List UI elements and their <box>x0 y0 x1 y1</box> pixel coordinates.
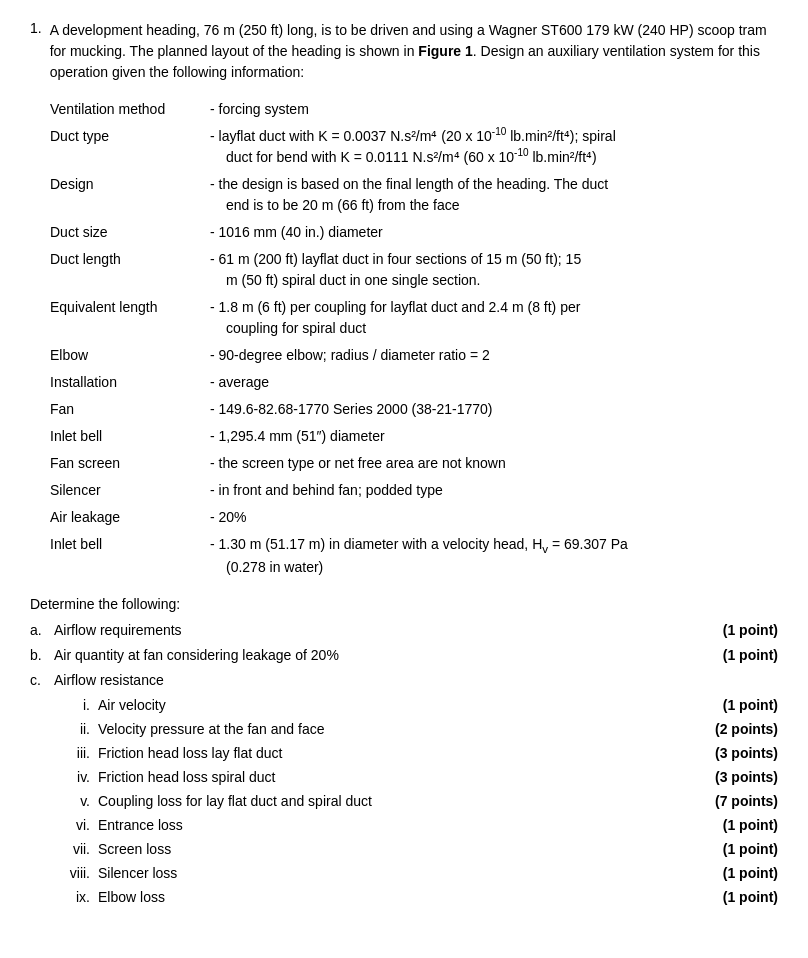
sub-text-v: Coupling loss for lay flat duct and spir… <box>98 791 372 812</box>
task-list: a. Airflow requirements (1 point) b. Air… <box>30 620 778 908</box>
sub-num-vi: vi. <box>60 815 90 836</box>
value-duct-size: - 1016 mm (40 in.) diameter <box>210 222 778 243</box>
info-row-duct-size: Duct size - 1016 mm (40 in.) diameter <box>50 222 778 243</box>
sub-points-iii: (3 points) <box>695 743 778 764</box>
info-row-elbow: Elbow - 90-degree elbow; radius / diamet… <box>50 345 778 366</box>
sub-task-list: i. Air velocity (1 point) ii. Velocity p… <box>60 695 778 908</box>
label-inlet-bell-1: Inlet bell <box>50 426 210 447</box>
determine-title: Determine the following: <box>30 596 778 612</box>
value-air-leakage: - 20% <box>210 507 778 528</box>
sub-item-viii: viii. Silencer loss (1 point) <box>60 863 778 884</box>
problem-container: 1. A development heading, 76 m (250 ft) … <box>30 20 778 908</box>
sub-points-vii: (1 point) <box>703 839 778 860</box>
sub-num-viii: viii. <box>60 863 90 884</box>
sub-item-ii: ii. Velocity pressure at the fan and fac… <box>60 719 778 740</box>
task-letter-b: b. <box>30 645 48 666</box>
sub-num-v: v. <box>60 791 90 812</box>
info-row-installation: Installation - average <box>50 372 778 393</box>
label-equiv-length: Equivalent length <box>50 297 210 339</box>
sub-item-vii: vii. Screen loss (1 point) <box>60 839 778 860</box>
task-item-b: b. Air quantity at fan considering leaka… <box>30 645 778 666</box>
task-text-a: Airflow requirements <box>54 620 182 641</box>
info-row-fan-screen: Fan screen - the screen type or net free… <box>50 453 778 474</box>
sub-item-ix: ix. Elbow loss (1 point) <box>60 887 778 908</box>
task-points-a: (1 point) <box>703 620 778 641</box>
label-duct-length: Duct length <box>50 249 210 291</box>
sub-points-vi: (1 point) <box>703 815 778 836</box>
info-row-duct-length: Duct length - 61 m (200 ft) layflat duct… <box>50 249 778 291</box>
info-row-silencer: Silencer - in front and behind fan; podd… <box>50 480 778 501</box>
sub-points-v: (7 points) <box>695 791 778 812</box>
value-fan: - 149.6-82.68-1770 Series 2000 (38-21-17… <box>210 399 778 420</box>
value-fan-screen: - the screen type or net free area are n… <box>210 453 778 474</box>
label-duct-size: Duct size <box>50 222 210 243</box>
value-equiv-length: - 1.8 m (6 ft) per coupling for layflat … <box>210 297 778 339</box>
problem-text: A development heading, 76 m (250 ft) lon… <box>50 20 778 83</box>
label-installation: Installation <box>50 372 210 393</box>
sub-num-i: i. <box>60 695 90 716</box>
sub-num-vii: vii. <box>60 839 90 860</box>
info-row-duct-type: Duct type - layflat duct with K = 0.0037… <box>50 126 778 168</box>
sub-item-i: i. Air velocity (1 point) <box>60 695 778 716</box>
sub-points-ii: (2 points) <box>695 719 778 740</box>
sub-points-iv: (3 points) <box>695 767 778 788</box>
sub-num-iv: iv. <box>60 767 90 788</box>
task-letter-a: a. <box>30 620 48 641</box>
label-elbow: Elbow <box>50 345 210 366</box>
sub-points-viii: (1 point) <box>703 863 778 884</box>
value-ventilation: - forcing system <box>210 99 778 120</box>
value-inlet-bell-2: - 1.30 m (51.17 m) in diameter with a ve… <box>210 534 778 578</box>
info-row-inlet-bell-1: Inlet bell - 1,295.4 mm (51″) diameter <box>50 426 778 447</box>
info-table: Ventilation method - forcing system Duct… <box>50 99 778 578</box>
sub-item-iii: iii. Friction head loss lay flat duct (3… <box>60 743 778 764</box>
determine-section: Determine the following: a. Airflow requ… <box>30 596 778 908</box>
task-text-c: Airflow resistance <box>54 670 164 691</box>
label-silencer: Silencer <box>50 480 210 501</box>
value-inlet-bell-1: - 1,295.4 mm (51″) diameter <box>210 426 778 447</box>
sub-points-i: (1 point) <box>703 695 778 716</box>
problem-number: 1. <box>30 20 42 83</box>
label-design: Design <box>50 174 210 216</box>
sub-text-i: Air velocity <box>98 695 166 716</box>
task-item-c: c. Airflow resistance <box>30 670 778 691</box>
sub-item-iv: iv. Friction head loss spiral duct (3 po… <box>60 767 778 788</box>
label-inlet-bell-2: Inlet bell <box>50 534 210 578</box>
info-row-air-leakage: Air leakage - 20% <box>50 507 778 528</box>
info-row-inlet-bell-2: Inlet bell - 1.30 m (51.17 m) in diamete… <box>50 534 778 578</box>
label-fan-screen: Fan screen <box>50 453 210 474</box>
task-points-b: (1 point) <box>703 645 778 666</box>
sub-text-iii: Friction head loss lay flat duct <box>98 743 282 764</box>
sub-text-iv: Friction head loss spiral duct <box>98 767 275 788</box>
problem-statement: 1. A development heading, 76 m (250 ft) … <box>30 20 778 83</box>
label-duct-type: Duct type <box>50 126 210 168</box>
sub-item-v: v. Coupling loss for lay flat duct and s… <box>60 791 778 812</box>
task-letter-c: c. <box>30 670 48 691</box>
info-row-fan: Fan - 149.6-82.68-1770 Series 2000 (38-2… <box>50 399 778 420</box>
sub-text-viii: Silencer loss <box>98 863 177 884</box>
value-elbow: - 90-degree elbow; radius / diameter rat… <box>210 345 778 366</box>
sub-text-ix: Elbow loss <box>98 887 165 908</box>
sub-text-ii: Velocity pressure at the fan and face <box>98 719 324 740</box>
label-fan: Fan <box>50 399 210 420</box>
value-design: - the design is based on the final lengt… <box>210 174 778 216</box>
sub-text-vii: Screen loss <box>98 839 171 860</box>
label-ventilation: Ventilation method <box>50 99 210 120</box>
sub-points-ix: (1 point) <box>703 887 778 908</box>
sub-text-vi: Entrance loss <box>98 815 183 836</box>
sub-num-ii: ii. <box>60 719 90 740</box>
sub-num-iii: iii. <box>60 743 90 764</box>
value-duct-length: - 61 m (200 ft) layflat duct in four sec… <box>210 249 778 291</box>
sub-num-ix: ix. <box>60 887 90 908</box>
value-duct-type: - layflat duct with K = 0.0037 N.s²/m⁴ (… <box>210 126 778 168</box>
sub-item-vi: vi. Entrance loss (1 point) <box>60 815 778 836</box>
task-text-b: Air quantity at fan considering leakage … <box>54 645 339 666</box>
info-row-ventilation: Ventilation method - forcing system <box>50 99 778 120</box>
label-air-leakage: Air leakage <box>50 507 210 528</box>
value-installation: - average <box>210 372 778 393</box>
task-item-a: a. Airflow requirements (1 point) <box>30 620 778 641</box>
value-silencer: - in front and behind fan; podded type <box>210 480 778 501</box>
info-row-equiv-length: Equivalent length - 1.8 m (6 ft) per cou… <box>50 297 778 339</box>
info-row-design: Design - the design is based on the fina… <box>50 174 778 216</box>
